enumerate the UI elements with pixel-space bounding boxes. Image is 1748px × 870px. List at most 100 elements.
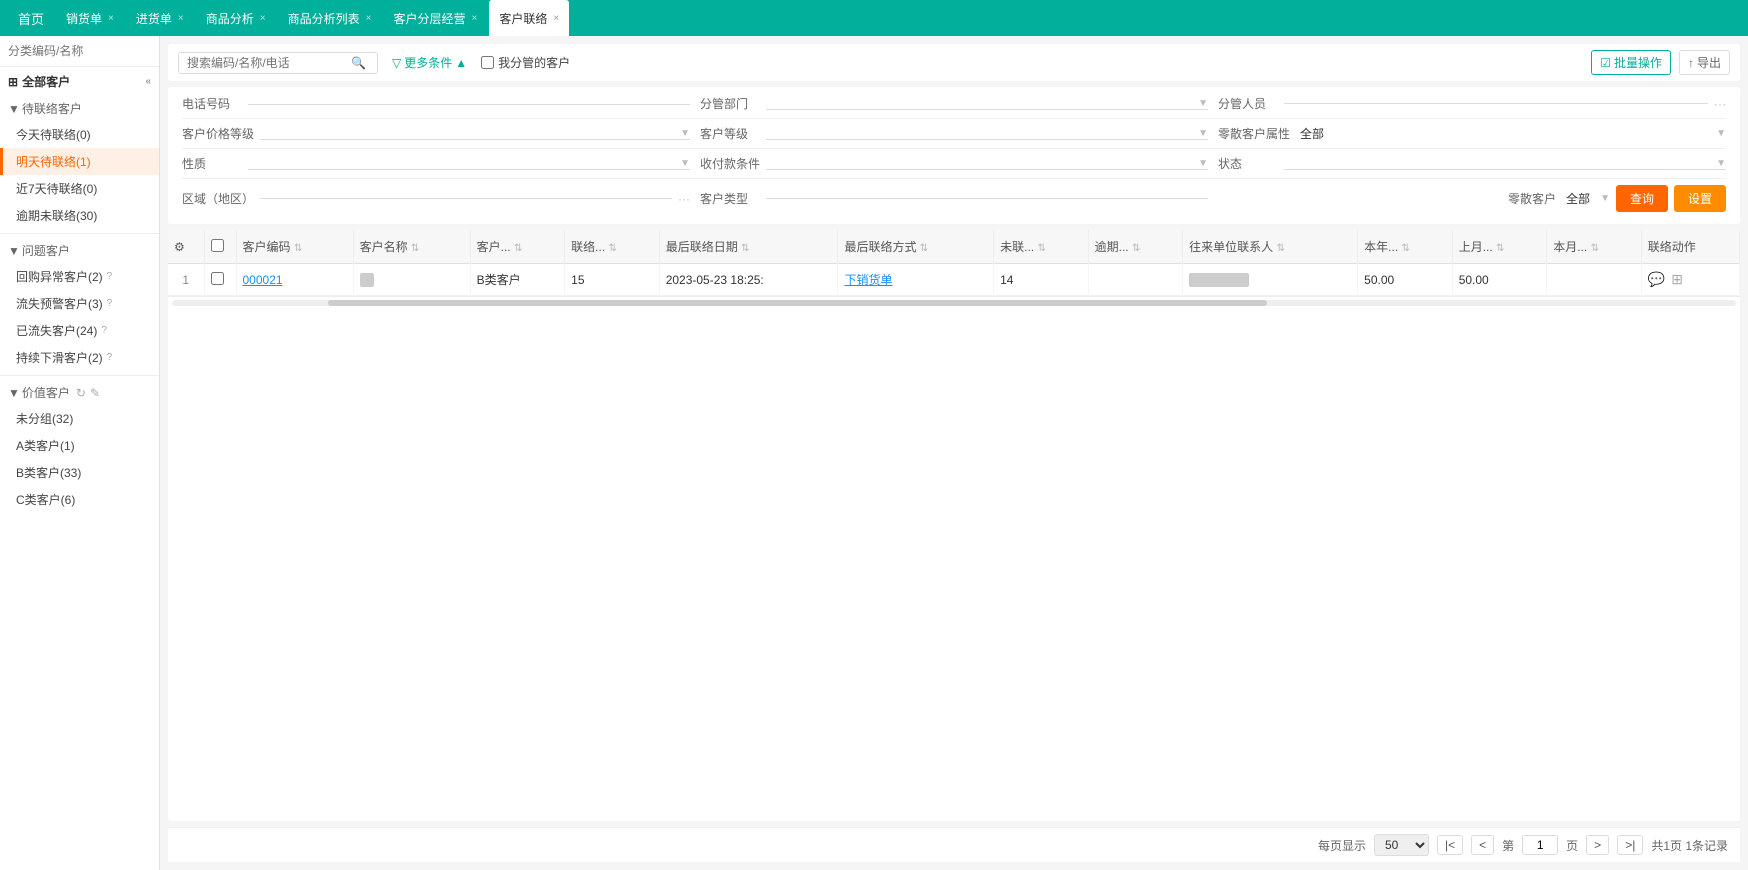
page-first-label: 第 [1502,837,1514,854]
last-method-link[interactable]: 下销货单 [844,273,892,287]
dept-chevron-icon: ▼ [1198,98,1208,109]
col-contacts[interactable]: 联络... ⇅ [565,230,660,264]
sidebar-item-week7[interactable]: 近7天待联络(0) [0,175,159,202]
nav-sales[interactable]: 销货单 × [56,0,124,36]
setting-button[interactable]: 设置 [1674,185,1726,212]
nav-purchase-close[interactable]: × [178,13,184,24]
nav-customer-contact-close[interactable]: × [553,13,559,24]
col-last-date[interactable]: 最后联络日期 ⇅ [659,230,838,264]
region-label: 区域（地区） [182,190,254,207]
row-name: Ea [353,264,470,296]
sidebar-item-repurchase-abnormal[interactable]: 回购异常客户(2) ? [0,263,159,290]
retail-attr-label: 零散客户属性 [1218,125,1290,142]
sidebar-search-area: 🔍 [0,36,159,67]
col-uncontacted[interactable]: 未联... ⇅ [994,230,1089,264]
col-gear[interactable]: ⚙ [168,230,204,264]
col-this-month[interactable]: 本月... ⇅ [1547,230,1642,264]
nav-goods-analysis-close[interactable]: × [260,13,266,24]
search-icon[interactable]: 🔍 [351,56,366,70]
sidebar-all-customers[interactable]: ⊞ 全部客户 « [0,67,159,96]
action-chat-icon[interactable]: 💬 [1648,271,1665,288]
toolbar: 🔍 ▽ 更多条件 ▲ 我分管的客户 ☑ 批量操作 ↑ 导出 [168,44,1740,81]
help-icon-4: ? [107,352,113,363]
edit-icon[interactable]: ✎ [90,386,100,400]
filter-more-btn[interactable]: ▽ 更多条件 ▲ [386,51,473,74]
price-level-chevron: ▼ [680,128,690,139]
row-checkbox[interactable] [211,272,224,285]
sort-unit-contact-icon: ⇅ [1277,243,1285,254]
sidebar-item-tomorrow[interactable]: 明天待联络(1) [0,148,159,175]
query-button[interactable]: 查询 [1616,185,1668,212]
nav-customer-contact[interactable]: 客户联络 × [489,0,569,36]
row-num: 1 [168,264,204,296]
refresh-icon[interactable]: ↻ [76,386,86,400]
first-page-btn[interactable]: |< [1437,835,1463,855]
batch-btn[interactable]: ☑ 批量操作 [1591,50,1671,75]
customer-type-label: 客户类型 [700,190,760,207]
customer-level-chevron: ▼ [1198,128,1208,139]
last-page-btn[interactable]: >| [1617,835,1643,855]
nav-goods-analysis-list-close[interactable]: × [366,13,372,24]
row-last-date: 2023-05-23 18:25: [659,264,838,296]
table-container: ⚙ 客户编码 ⇅ 客户名称 ⇅ [168,230,1740,821]
my-customers-checkbox[interactable] [481,56,494,69]
nav-goods-analysis[interactable]: 商品分析 × [196,0,276,36]
col-unit-contact[interactable]: 往来单位联系人 ⇅ [1183,230,1358,264]
status-label: 状态 [1218,155,1278,172]
help-icon-1: ? [107,271,113,282]
col-last-method[interactable]: 最后联络方式 ⇅ [838,230,994,264]
export-btn[interactable]: ↑ 导出 [1679,50,1730,75]
sidebar-item-type-a[interactable]: A类客户(1) [0,432,159,459]
sidebar-item-type-c[interactable]: C类客户(6) [0,486,159,513]
grid-icon: ⊞ [8,75,18,89]
page-input[interactable] [1522,835,1558,855]
sidebar-item-churned[interactable]: 已流失客户(24) ? [0,317,159,344]
sort-this-year-icon: ⇅ [1402,243,1410,254]
sidebar-search-input[interactable] [8,44,160,58]
sort-overdue-icon: ⇅ [1132,243,1140,254]
col-last-month[interactable]: 上月... ⇅ [1452,230,1547,264]
col-name[interactable]: 客户名称 ⇅ [353,230,470,264]
search-input[interactable] [187,56,347,70]
nature-chevron: ▼ [680,158,690,169]
per-page-select[interactable]: 50 100 [1374,834,1429,856]
row-uncontacted: 14 [994,264,1089,296]
action-grid-icon[interactable]: ⊞ [1671,271,1683,288]
nav-goods-analysis-list[interactable]: 商品分析列表 × [278,0,382,36]
col-overdue[interactable]: 逾期... ⇅ [1088,230,1183,264]
payment-label: 收付款条件 [700,155,760,172]
row-last-method: 下销货单 [838,264,994,296]
nav-customer-tier[interactable]: 客户分层经营 × [383,0,487,36]
price-level-label: 客户价格等级 [182,125,254,142]
col-code[interactable]: 客户编码 ⇅ [236,230,353,264]
sidebar-item-today[interactable]: 今天待联络(0) [0,121,159,148]
sidebar-item-declining[interactable]: 持续下滑客户(2) ? [0,344,159,371]
pending-section-label: ▼ 待联络客户 [0,96,159,121]
sort-contacts-icon: ⇅ [609,243,617,254]
sidebar-item-type-b[interactable]: B类客户(33) [0,459,159,486]
person-label: 分管人员 [1218,95,1278,112]
nav-customer-tier-close[interactable]: × [471,13,477,24]
help-icon-3: ? [101,325,107,336]
region-dots-icon[interactable]: ··· [678,192,690,206]
my-customers-filter[interactable]: 我分管的客户 [481,54,570,71]
col-type[interactable]: 客户... ⇅ [470,230,565,264]
select-all-checkbox[interactable] [211,239,224,252]
filter-person: 分管人员 ··· [1218,95,1726,112]
prev-page-btn[interactable]: < [1471,835,1494,855]
filter-payment: 收付款条件 ▼ [700,155,1208,172]
sidebar-item-churn-warning[interactable]: 流失预警客户(3) ? [0,290,159,317]
row-this-month [1547,264,1642,296]
gear-icon[interactable]: ⚙ [174,240,185,254]
col-this-year[interactable]: 本年... ⇅ [1358,230,1453,264]
sidebar-item-ungroup[interactable]: 未分组(32) [0,405,159,432]
horizontal-scrollbar[interactable] [168,296,1740,308]
nav-sales-close[interactable]: × [108,13,114,24]
nav-purchase[interactable]: 进货单 × [126,0,194,36]
nav-home[interactable]: 首页 [8,0,54,36]
sidebar-item-overdue[interactable]: 逾期未联络(30) [0,202,159,229]
next-page-btn[interactable]: > [1586,835,1609,855]
person-dots-icon[interactable]: ··· [1714,97,1726,111]
table-footer: 每页显示 50 100 |< < 第 页 > >| 共1页 1条记录 [168,827,1740,862]
sidebar: 🔍 ⊞ 全部客户 « ▼ 待联络客户 今天待联络(0) 明天待联络(1) 近7天… [0,36,160,870]
